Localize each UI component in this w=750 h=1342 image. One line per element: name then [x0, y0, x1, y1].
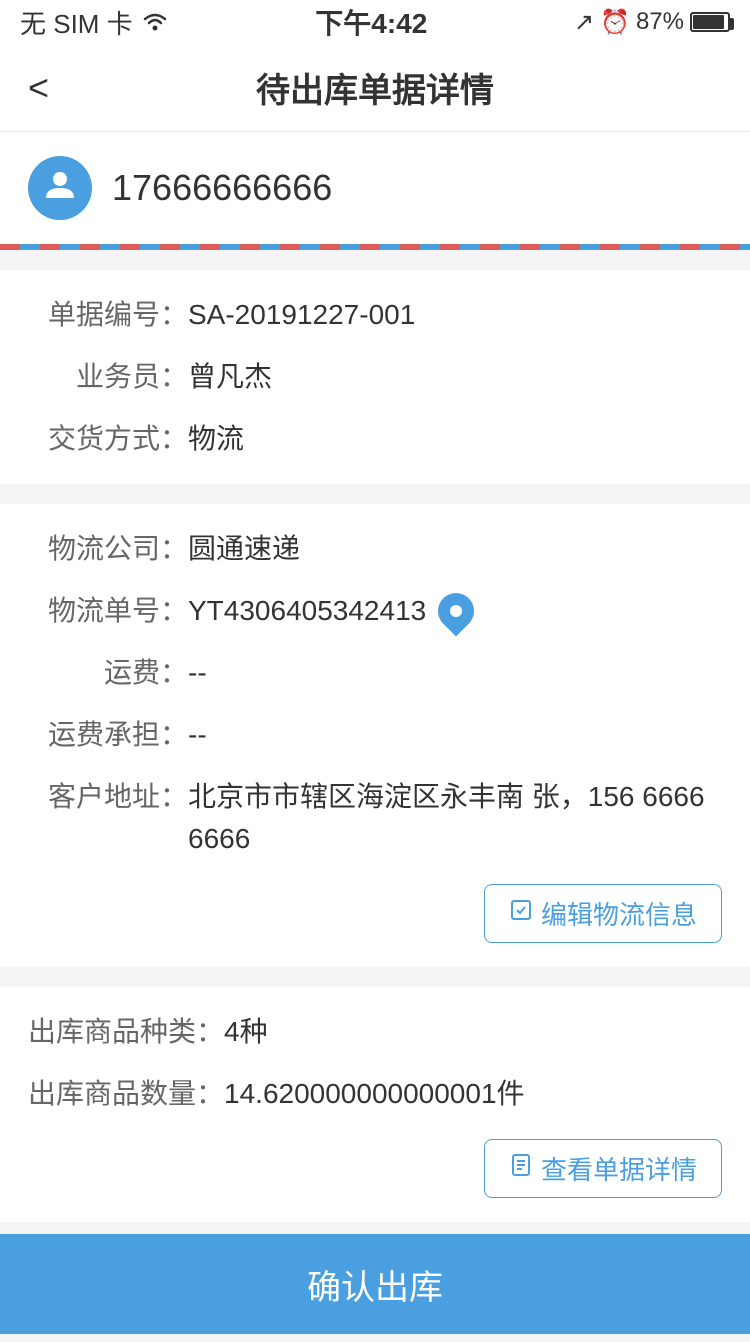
- carrier-label: 无 SIM 卡: [20, 4, 133, 41]
- customer-header: 17666666666: [0, 132, 750, 244]
- status-time: 下午4:42: [315, 2, 427, 42]
- product-types-value: 4种: [224, 1011, 722, 1053]
- user-icon: [42, 166, 78, 211]
- view-detail-row: 查看单据详情: [28, 1139, 722, 1198]
- view-detail-button[interactable]: 查看单据详情: [484, 1139, 722, 1198]
- product-quantity-label: 出库商品数量：: [28, 1073, 224, 1115]
- logistics-company-row: 物流公司： 圆通速递: [28, 528, 722, 570]
- customer-address-label: 客户地址：: [28, 776, 188, 818]
- salesperson-row: 业务员： 曾凡杰: [28, 356, 722, 398]
- freight-bearer-label: 运费承担：: [28, 714, 188, 756]
- tracking-number-text: YT4306405342413: [188, 590, 426, 632]
- avatar: [28, 156, 92, 220]
- battery-icon: [690, 12, 730, 32]
- edit-logistics-row: 编辑物流信息: [28, 884, 722, 943]
- view-detail-label: 查看单据详情: [541, 1150, 697, 1187]
- status-right: ↗ ⏰ 87%: [574, 8, 730, 37]
- customer-phone: 17666666666: [112, 167, 332, 209]
- customer-address-value: 北京市市辖区海淀区永丰南 张，156 6666 6666: [188, 776, 722, 860]
- location-pin-icon[interactable]: [431, 586, 482, 637]
- salesperson-label: 业务员：: [28, 356, 188, 398]
- outbound-info-section: 出库商品种类： 4种 出库商品数量： 14.620000000000001件 查…: [0, 987, 750, 1222]
- edit-logistics-button[interactable]: 编辑物流信息: [484, 884, 722, 943]
- wifi-icon: [141, 7, 169, 38]
- document-number-label: 单据编号：: [28, 294, 188, 336]
- page-title: 待出库单据详情: [256, 63, 494, 112]
- battery-percent: 87%: [636, 8, 684, 36]
- freight-row: 运费： --: [28, 652, 722, 694]
- edit-icon: [509, 898, 533, 929]
- product-types-label: 出库商品种类：: [28, 1011, 224, 1053]
- document-icon: [509, 1153, 533, 1184]
- freight-value: --: [188, 652, 722, 694]
- location-status-icon: ↗: [574, 8, 594, 37]
- alarm-icon: ⏰: [600, 8, 630, 37]
- customer-address-row: 客户地址： 北京市市辖区海淀区永丰南 张，156 6666 6666: [28, 776, 722, 860]
- delivery-method-row: 交货方式： 物流: [28, 418, 722, 460]
- status-bar: 无 SIM 卡 下午4:42 ↗ ⏰ 87%: [0, 0, 750, 44]
- product-types-row: 出库商品种类： 4种: [28, 1011, 722, 1053]
- document-number-value: SA-20191227-001: [188, 294, 722, 336]
- freight-bearer-row: 运费承担： --: [28, 714, 722, 756]
- confirm-outbound-button[interactable]: 确认出库: [0, 1234, 750, 1334]
- logistics-company-value: 圆通速递: [188, 528, 722, 570]
- nav-bar: < 待出库单据详情: [0, 44, 750, 132]
- freight-bearer-value: --: [188, 714, 722, 756]
- salesperson-value: 曾凡杰: [188, 356, 722, 398]
- document-number-row: 单据编号： SA-20191227-001: [28, 294, 722, 336]
- freight-label: 运费：: [28, 652, 188, 694]
- tracking-number-row: 物流单号： YT4306405342413: [28, 590, 722, 632]
- edit-logistics-label: 编辑物流信息: [541, 895, 697, 932]
- product-quantity-value: 14.620000000000001件: [224, 1073, 722, 1115]
- tracking-number-value: YT4306405342413: [188, 590, 722, 632]
- delivery-method-value: 物流: [188, 418, 722, 460]
- dashed-divider: [0, 244, 750, 250]
- logistics-company-label: 物流公司：: [28, 528, 188, 570]
- status-left: 无 SIM 卡: [20, 4, 169, 41]
- confirm-outbound-label: 确认出库: [307, 1260, 443, 1309]
- back-button[interactable]: <: [28, 67, 49, 109]
- product-quantity-row: 出库商品数量： 14.620000000000001件: [28, 1073, 722, 1115]
- basic-info-section: 单据编号： SA-20191227-001 业务员： 曾凡杰 交货方式： 物流: [0, 270, 750, 484]
- tracking-number-label: 物流单号：: [28, 590, 188, 632]
- delivery-method-label: 交货方式：: [28, 418, 188, 460]
- logistics-info-section: 物流公司： 圆通速递 物流单号： YT4306405342413 运费： -- …: [0, 504, 750, 967]
